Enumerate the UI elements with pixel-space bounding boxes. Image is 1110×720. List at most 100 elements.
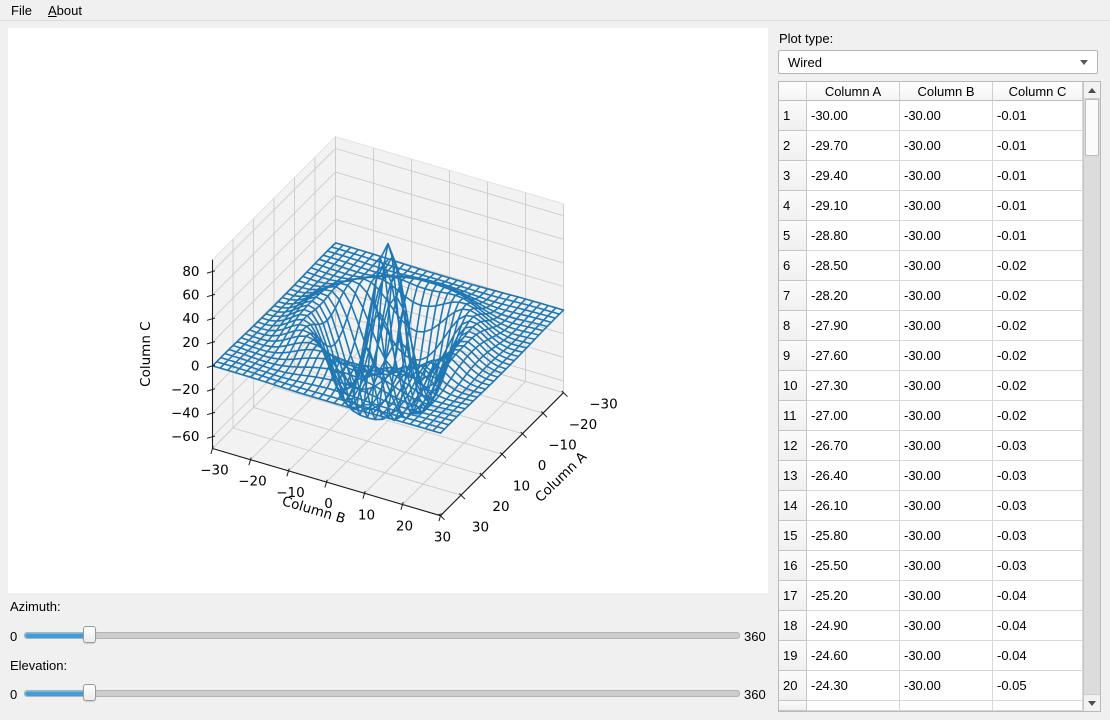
table-cell[interactable]: -29.40 — [807, 161, 900, 191]
row-header[interactable]: 1 — [779, 101, 807, 131]
table-cell[interactable]: -30.00 — [900, 311, 993, 341]
row-header[interactable]: 4 — [779, 191, 807, 221]
menu-item-file[interactable]: File — [3, 1, 40, 20]
table-cell[interactable]: -30.00 — [900, 251, 993, 281]
column-header-column-a[interactable]: Column A — [807, 82, 900, 101]
table-cell[interactable]: -28.50 — [807, 251, 900, 281]
table-cell[interactable]: -0.01 — [993, 221, 1083, 251]
table-cell[interactable]: -27.90 — [807, 311, 900, 341]
table-cell[interactable]: -0.03 — [993, 431, 1083, 461]
table-cell[interactable]: -0.03 — [993, 461, 1083, 491]
table-cell[interactable]: -0.02 — [993, 281, 1083, 311]
azimuth-slider[interactable] — [24, 632, 740, 639]
table-cell[interactable]: -30.00 — [900, 551, 993, 581]
table-cell[interactable]: -29.70 — [807, 131, 900, 161]
row-header[interactable]: 15 — [779, 521, 807, 551]
table-cell[interactable]: -26.10 — [807, 491, 900, 521]
row-header[interactable]: 8 — [779, 311, 807, 341]
table-cell[interactable]: -30.00 — [900, 371, 993, 401]
scrollbar-thumb[interactable] — [1085, 99, 1099, 156]
row-header[interactable]: 3 — [779, 161, 807, 191]
table-cell[interactable]: -30.00 — [900, 611, 993, 641]
row-header[interactable]: 6 — [779, 251, 807, 281]
table-row-partial — [779, 701, 1083, 711]
row-header[interactable]: 16 — [779, 551, 807, 581]
table-cell[interactable]: -0.02 — [993, 341, 1083, 371]
table-cell[interactable]: -30.00 — [900, 461, 993, 491]
table-cell[interactable]: -0.04 — [993, 611, 1083, 641]
table-row: 18-24.90-30.00-0.04 — [779, 611, 1083, 641]
table-cell[interactable]: -25.80 — [807, 521, 900, 551]
table-cell[interactable]: -0.03 — [993, 551, 1083, 581]
row-header[interactable]: 2 — [779, 131, 807, 161]
table-cell[interactable]: -0.02 — [993, 371, 1083, 401]
table-cell[interactable]: -30.00 — [900, 491, 993, 521]
table-cell[interactable]: -24.90 — [807, 611, 900, 641]
table-cell[interactable]: -30.00 — [900, 131, 993, 161]
table-cell[interactable]: -26.40 — [807, 461, 900, 491]
table-cell[interactable]: -0.02 — [993, 311, 1083, 341]
table-cell[interactable]: -0.01 — [993, 191, 1083, 221]
table-cell[interactable]: -24.30 — [807, 671, 900, 701]
row-header[interactable]: 12 — [779, 431, 807, 461]
column-header-column-b[interactable]: Column B — [900, 82, 993, 101]
table-cell[interactable]: -30.00 — [900, 521, 993, 551]
table-cell[interactable]: -25.20 — [807, 581, 900, 611]
scroll-up-button[interactable] — [1084, 82, 1100, 99]
row-header[interactable]: 20 — [779, 671, 807, 701]
row-header[interactable]: 7 — [779, 281, 807, 311]
table-cell[interactable]: -27.30 — [807, 371, 900, 401]
row-header[interactable]: 13 — [779, 461, 807, 491]
column-header-column-c[interactable]: Column C — [993, 82, 1083, 101]
table-cell[interactable]: -30.00 — [900, 581, 993, 611]
row-header[interactable]: 14 — [779, 491, 807, 521]
table-row: 10-27.30-30.00-0.02 — [779, 371, 1083, 401]
table-cell[interactable]: -26.70 — [807, 431, 900, 461]
table-cell[interactable]: -30.00 — [900, 101, 993, 131]
table-cell[interactable]: -30.00 — [900, 401, 993, 431]
svg-text:−40: −40 — [171, 406, 200, 422]
elevation-slider[interactable] — [24, 690, 740, 697]
scroll-down-button[interactable] — [1084, 694, 1100, 711]
svg-text:10: 10 — [513, 479, 530, 495]
elevation-slider-handle[interactable] — [83, 684, 96, 701]
plot-type-select[interactable]: Wired — [778, 50, 1098, 74]
table-corner-cell[interactable] — [779, 82, 807, 101]
row-header[interactable]: 5 — [779, 221, 807, 251]
table-cell[interactable]: -0.02 — [993, 401, 1083, 431]
azimuth-slider-handle[interactable] — [83, 626, 96, 643]
table-cell[interactable]: -24.60 — [807, 641, 900, 671]
row-header[interactable]: 10 — [779, 371, 807, 401]
table-cell[interactable]: -30.00 — [900, 221, 993, 251]
row-header[interactable]: 19 — [779, 641, 807, 671]
row-header[interactable]: 11 — [779, 401, 807, 431]
table-cell[interactable]: -27.60 — [807, 341, 900, 371]
table-cell[interactable]: -28.80 — [807, 221, 900, 251]
table-cell[interactable]: -0.03 — [993, 521, 1083, 551]
table-cell[interactable]: -0.01 — [993, 161, 1083, 191]
table-cell[interactable]: -30.00 — [900, 341, 993, 371]
table-cell[interactable]: -27.00 — [807, 401, 900, 431]
row-header[interactable]: 17 — [779, 581, 807, 611]
table-cell[interactable]: -30.00 — [900, 281, 993, 311]
menu-item-about[interactable]: About — [40, 1, 90, 20]
table-cell[interactable]: -30.00 — [900, 191, 993, 221]
table-cell[interactable]: -0.03 — [993, 491, 1083, 521]
row-header[interactable]: 18 — [779, 611, 807, 641]
table-cell[interactable]: -0.02 — [993, 251, 1083, 281]
table-cell[interactable]: -30.00 — [900, 431, 993, 461]
table-cell[interactable]: -30.00 — [900, 641, 993, 671]
table-cell[interactable]: -0.01 — [993, 101, 1083, 131]
table-cell[interactable]: -30.00 — [900, 161, 993, 191]
table-cell[interactable]: -0.01 — [993, 131, 1083, 161]
row-header[interactable]: 9 — [779, 341, 807, 371]
table-cell[interactable]: -0.04 — [993, 641, 1083, 671]
table-cell[interactable]: -30.00 — [900, 671, 993, 701]
table-cell[interactable]: -29.10 — [807, 191, 900, 221]
table-cell[interactable]: -25.50 — [807, 551, 900, 581]
table-cell[interactable]: -0.04 — [993, 581, 1083, 611]
table-cell[interactable]: -30.00 — [807, 101, 900, 131]
table-scrollbar[interactable] — [1083, 82, 1100, 711]
table-cell[interactable]: -0.05 — [993, 671, 1083, 701]
table-cell[interactable]: -28.20 — [807, 281, 900, 311]
